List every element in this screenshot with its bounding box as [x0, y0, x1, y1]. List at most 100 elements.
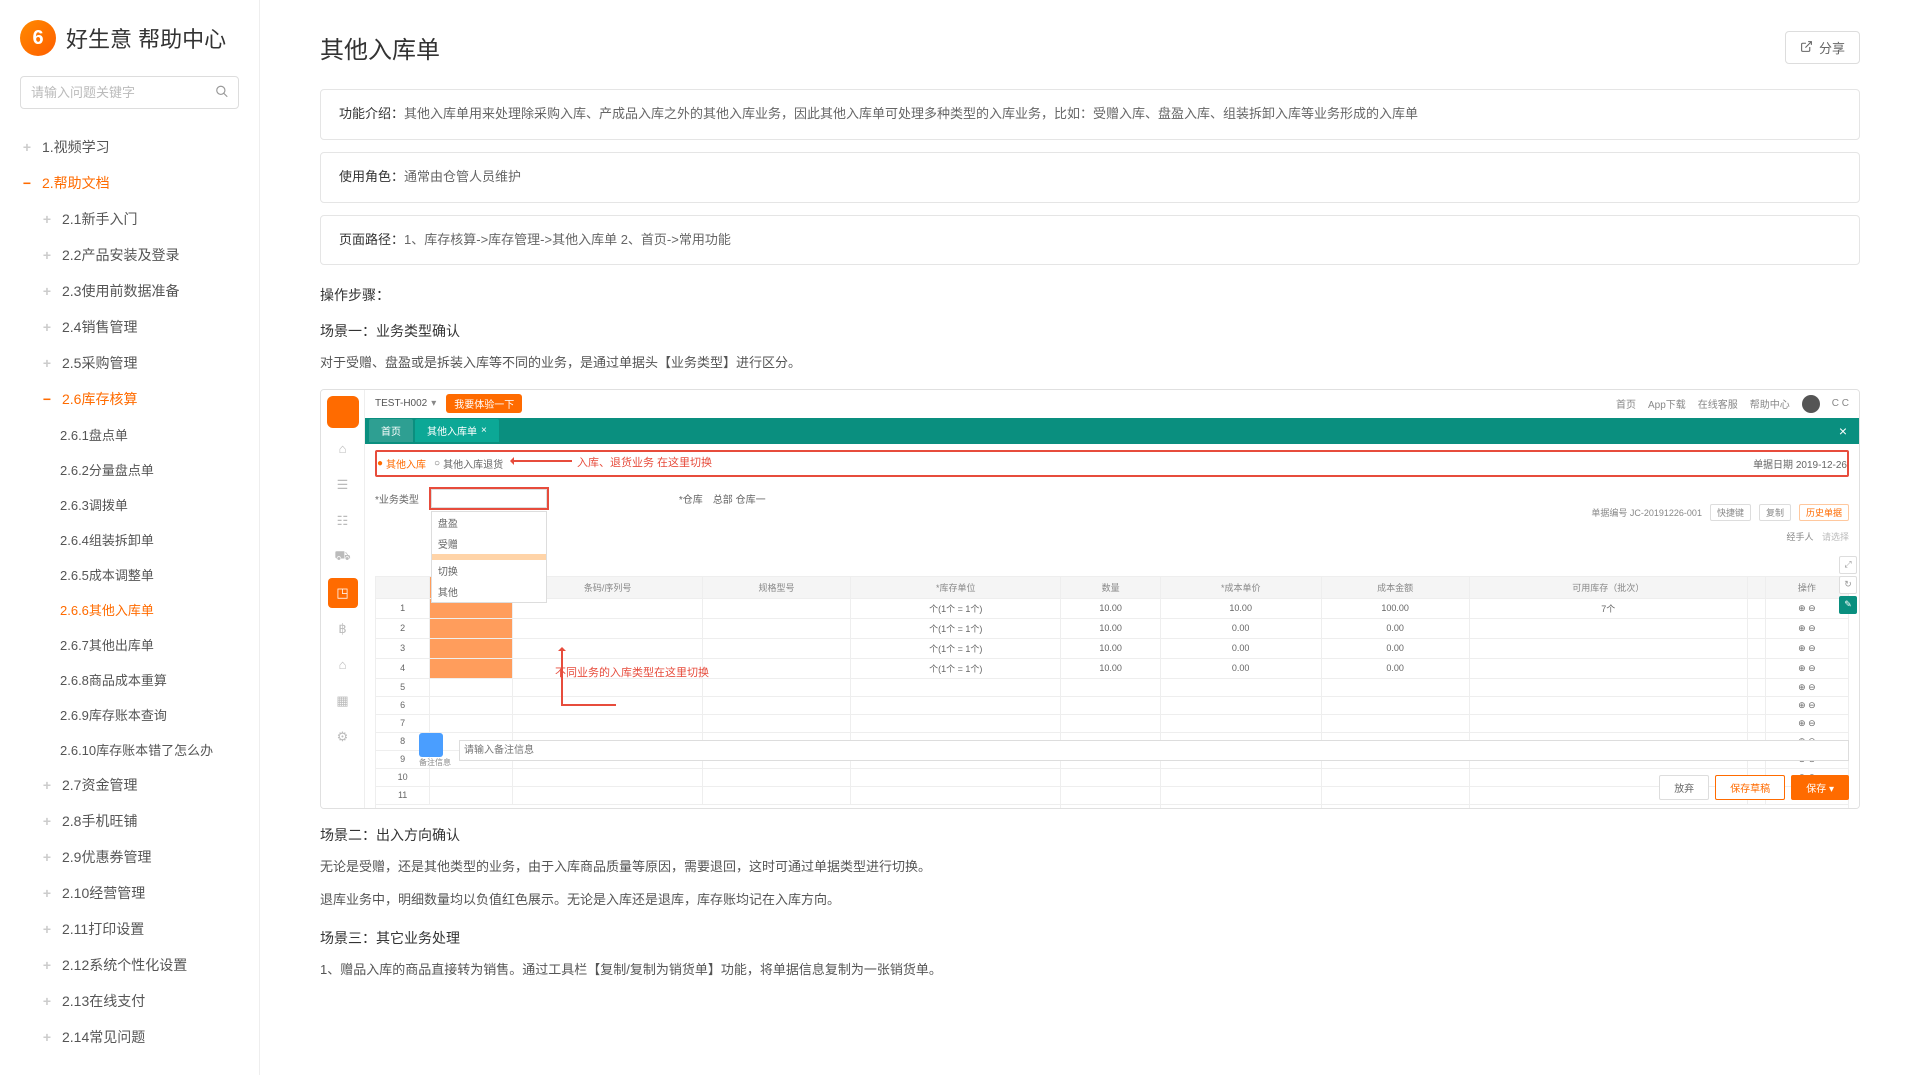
- nav-item[interactable]: 1.视频学习: [20, 129, 259, 165]
- nav-item[interactable]: 2.11打印设置: [20, 911, 259, 947]
- top-link[interactable]: 首页: [1616, 396, 1636, 411]
- tab-close-icon[interactable]: ×: [481, 425, 487, 436]
- biztype-label: *业务类型: [375, 491, 419, 506]
- cancel-button[interactable]: 放弃: [1659, 775, 1709, 800]
- nav-item[interactable]: 2.6.2分量盘点单: [20, 452, 259, 487]
- nav-item[interactable]: 2.5采购管理: [20, 345, 259, 381]
- avatar-icon[interactable]: [1802, 395, 1820, 413]
- warehouse-value[interactable]: 总部 仓库一: [713, 491, 766, 506]
- nav-item[interactable]: 2.7资金管理: [20, 767, 259, 803]
- leftbar-lock-icon[interactable]: ⌂: [328, 650, 358, 680]
- leftbar-doc-icon[interactable]: ☰: [328, 470, 358, 500]
- expand-icon[interactable]: [40, 994, 54, 1008]
- top-link[interactable]: App下载: [1648, 396, 1686, 411]
- biztype-input[interactable]: [431, 489, 547, 508]
- biztype-dropdown[interactable]: 盘盈 受赠 切换 其他: [429, 487, 549, 510]
- collapse-icon[interactable]: [40, 392, 54, 406]
- expand-icon[interactable]: [40, 320, 54, 334]
- search-icon[interactable]: [215, 84, 229, 101]
- hotkey-button[interactable]: 快捷键: [1710, 504, 1751, 521]
- nav-item[interactable]: 2.2产品安装及登录: [20, 237, 259, 273]
- nav-item[interactable]: 2.6.8商品成本重算: [20, 662, 259, 697]
- collapse-icon[interactable]: [20, 176, 34, 190]
- expand-icon[interactable]: [40, 778, 54, 792]
- doc-date[interactable]: 单据日期 2019-12-26: [1753, 456, 1847, 471]
- nav-item[interactable]: 2.6.10库存账本错了怎么办: [20, 732, 259, 767]
- expand-icon[interactable]: [20, 140, 34, 154]
- app-topbar: TEST-H002 ▾ 我要体验一下 首页 App下载 在线客服 帮助中心 C …: [365, 390, 1859, 418]
- nav-item[interactable]: 2.14常见问题: [20, 1019, 259, 1055]
- expand-icon[interactable]: [40, 284, 54, 298]
- nav-item[interactable]: 2.10经营管理: [20, 875, 259, 911]
- top-link[interactable]: 帮助中心: [1750, 396, 1790, 411]
- nav-item[interactable]: 2.6.7其他出库单: [20, 627, 259, 662]
- handler-field: 经手人 请选择: [1786, 530, 1849, 543]
- nav-item[interactable]: 2.6.6其他入库单: [20, 592, 259, 627]
- expand-icon[interactable]: [40, 958, 54, 972]
- leftbar-cart-icon[interactable]: ⛟: [328, 542, 358, 572]
- save-button[interactable]: 保存 ▾: [1791, 775, 1849, 800]
- panel-icon[interactable]: ↻: [1839, 576, 1857, 594]
- dropdown-item[interactable]: 切换: [432, 560, 546, 581]
- leftbar-money-icon[interactable]: ฿: [328, 614, 358, 644]
- panel-icon[interactable]: ⤢: [1839, 556, 1857, 574]
- table-row[interactable]: 10⊕ ⊖: [376, 768, 1849, 786]
- nav-item[interactable]: 2.3使用前数据准备: [20, 273, 259, 309]
- nav-item[interactable]: 2.6.9库存账本查询: [20, 697, 259, 732]
- handler-label: 经手人: [1786, 532, 1813, 542]
- table-row[interactable]: 1个(1个 = 1个)10.0010.00100.007个⊕ ⊖: [376, 598, 1849, 618]
- nav-item[interactable]: 2.8手机旺铺: [20, 803, 259, 839]
- nav-item[interactable]: 2.4销售管理: [20, 309, 259, 345]
- radio-inbound[interactable]: 其他入库: [377, 456, 426, 471]
- main-content: 其他入库单 分享 功能介绍：其他入库单用来处理除采购入库、产成品入库之外的其他入…: [260, 0, 1920, 1075]
- note-input[interactable]: [459, 740, 1849, 761]
- nav-item[interactable]: 2.13在线支付: [20, 983, 259, 1019]
- nav-item[interactable]: 2.帮助文档: [20, 165, 259, 201]
- expand-icon[interactable]: [40, 212, 54, 226]
- table-row[interactable]: 7⊕ ⊖: [376, 714, 1849, 732]
- top-link[interactable]: 在线客服: [1698, 396, 1738, 411]
- share-button[interactable]: 分享: [1785, 31, 1860, 64]
- nav-item[interactable]: 2.9优惠券管理: [20, 839, 259, 875]
- experience-tag[interactable]: 我要体验一下: [446, 394, 522, 413]
- nav-item[interactable]: 2.6.3调拨单: [20, 487, 259, 522]
- leftbar-stock-icon[interactable]: ◳: [328, 578, 358, 608]
- leftbar-home-icon[interactable]: ⌂: [328, 434, 358, 464]
- leftbar-chart-icon[interactable]: ▦: [328, 686, 358, 716]
- search-input[interactable]: [20, 76, 239, 109]
- nav-item[interactable]: 2.6.5成本调整单: [20, 557, 259, 592]
- expand-icon[interactable]: [40, 850, 54, 864]
- nav-item[interactable]: 2.6库存核算: [20, 381, 259, 417]
- history-button[interactable]: 历史单据: [1799, 504, 1849, 521]
- table-row[interactable]: 3个(1个 = 1个)10.000.000.00⊕ ⊖: [376, 638, 1849, 658]
- expand-icon[interactable]: [40, 248, 54, 262]
- tab-current[interactable]: 其他入库单×: [415, 419, 499, 442]
- table-row[interactable]: 5⊕ ⊖: [376, 678, 1849, 696]
- expand-icon[interactable]: [40, 886, 54, 900]
- expand-icon[interactable]: [40, 356, 54, 370]
- nav-item[interactable]: 2.1新手入门: [20, 201, 259, 237]
- dropdown-icon[interactable]: ▾: [431, 398, 436, 409]
- dropdown-item[interactable]: 盘盈: [432, 512, 546, 533]
- nav-item[interactable]: 2.6.1盘点单: [20, 417, 259, 452]
- nav-item[interactable]: 2.6.4组装拆卸单: [20, 522, 259, 557]
- table-row[interactable]: 2个(1个 = 1个)10.000.000.00⊕ ⊖: [376, 618, 1849, 638]
- copy-button[interactable]: 复制: [1759, 504, 1791, 521]
- tab-home[interactable]: 首页: [369, 419, 413, 442]
- handler-input[interactable]: 请选择: [1822, 532, 1849, 542]
- dropdown-list: 盘盈 受赠 切换 其他: [431, 511, 547, 603]
- leftbar-set-icon[interactable]: ⚙: [328, 722, 358, 752]
- expand-icon[interactable]: [40, 922, 54, 936]
- expand-icon[interactable]: [40, 1030, 54, 1044]
- panel-icon[interactable]: ✎: [1839, 596, 1857, 614]
- nav-label: 2.9优惠券管理: [62, 847, 151, 867]
- save-draft-button[interactable]: 保存草稿: [1715, 775, 1785, 800]
- table-row[interactable]: 11⊕ ⊖: [376, 786, 1849, 804]
- radio-return[interactable]: 其他入库退货: [434, 456, 503, 471]
- nav-item[interactable]: 2.12系统个性化设置: [20, 947, 259, 983]
- dropdown-item[interactable]: 受赠: [432, 533, 546, 554]
- expand-icon[interactable]: [40, 814, 54, 828]
- tabs-close-all-icon[interactable]: ×: [1831, 423, 1855, 439]
- leftbar-cal-icon[interactable]: ☷: [328, 506, 358, 536]
- dropdown-item[interactable]: 其他: [432, 581, 546, 602]
